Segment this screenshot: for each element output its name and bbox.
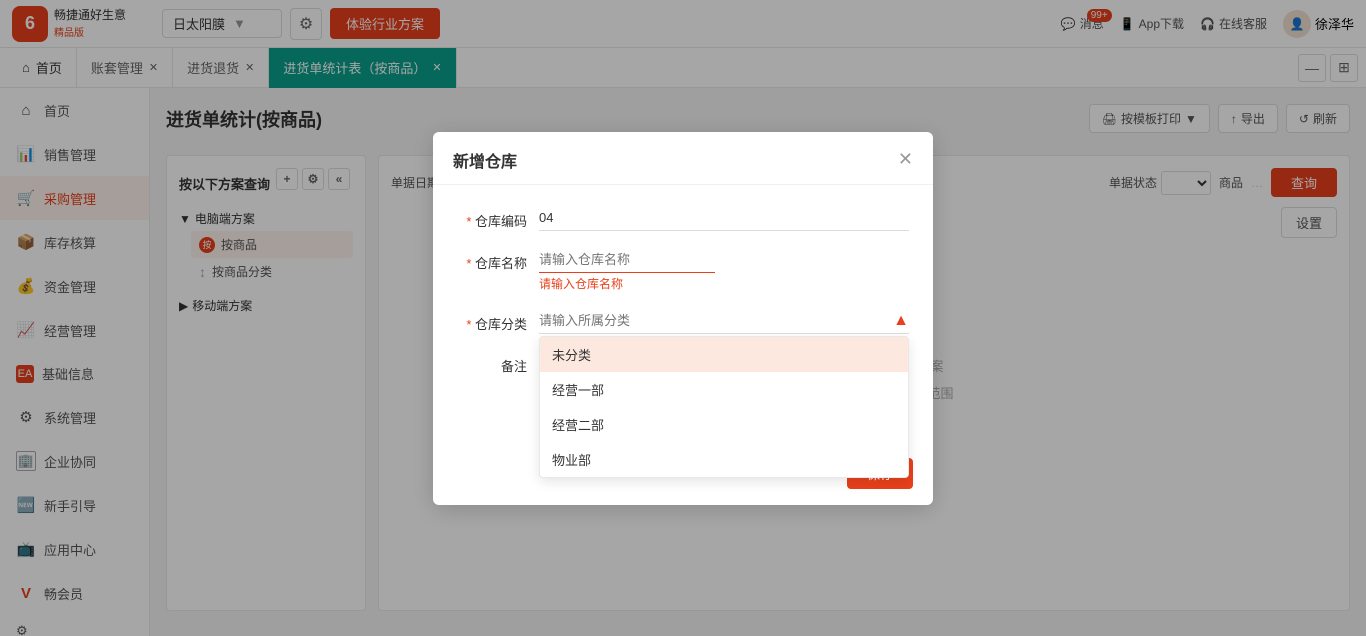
category-field-label: 仓库分类 <box>457 308 527 333</box>
name-field-wrap: 请输入仓库名称 <box>539 247 715 292</box>
option-unclassified[interactable]: 未分类 <box>540 337 908 372</box>
dialog-overlay[interactable]: 新增仓库 ✕ 仓库编码 仓库名称 请输入仓库名称 仓库分 <box>0 0 1366 636</box>
category-dropdown-wrap: ▲ 未分类 经营一部 经营二部 物业部 <box>539 308 909 334</box>
form-row-name: 仓库名称 请输入仓库名称 <box>457 247 909 292</box>
code-input[interactable] <box>539 205 909 231</box>
name-error-msg: 请输入仓库名称 <box>539 275 715 292</box>
category-dropdown-arrow-icon[interactable]: ▲ <box>893 312 909 330</box>
dialog-header: 新增仓库 ✕ <box>433 132 933 185</box>
dialog-body: 仓库编码 仓库名称 请输入仓库名称 仓库分类 ▲ <box>433 185 933 446</box>
name-input[interactable] <box>539 247 715 273</box>
option-property[interactable]: 物业部 <box>540 442 908 477</box>
category-dropdown-menu: 未分类 经营一部 经营二部 物业部 <box>539 336 909 478</box>
option-dept1[interactable]: 经营一部 <box>540 372 908 407</box>
code-field-label: 仓库编码 <box>457 205 527 230</box>
category-input[interactable] <box>539 308 909 334</box>
note-field-label: 备注 <box>457 350 527 375</box>
form-row-category: 仓库分类 ▲ 未分类 经营一部 经营二部 物业部 <box>457 308 909 334</box>
new-warehouse-dialog: 新增仓库 ✕ 仓库编码 仓库名称 请输入仓库名称 仓库分 <box>433 132 933 505</box>
dialog-title: 新增仓库 <box>453 148 517 172</box>
dialog-close-button[interactable]: ✕ <box>898 149 913 170</box>
option-dept2[interactable]: 经营二部 <box>540 407 908 442</box>
form-row-code: 仓库编码 <box>457 205 909 231</box>
name-field-label: 仓库名称 <box>457 247 527 272</box>
